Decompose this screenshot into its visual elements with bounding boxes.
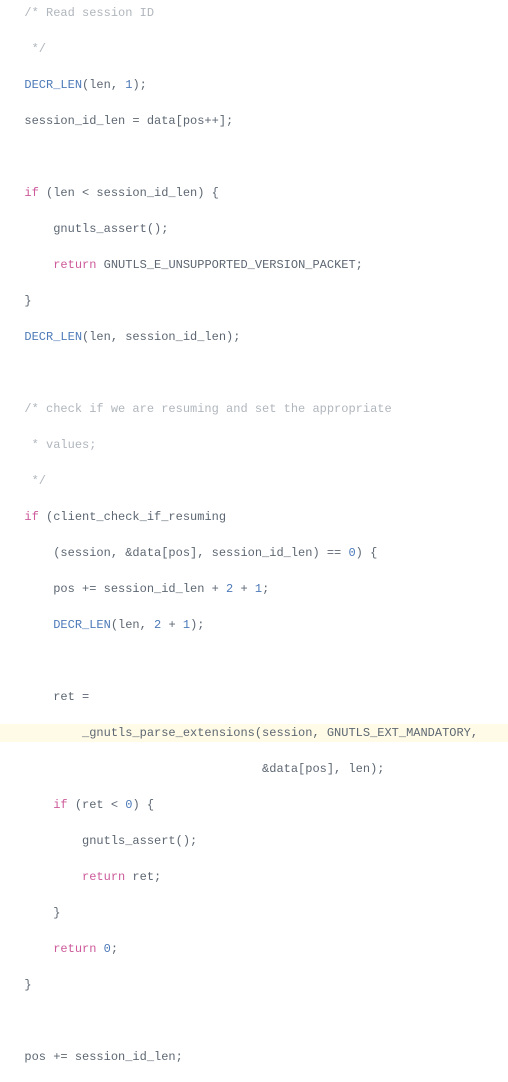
code-line: [0, 652, 508, 670]
code-block: /* Read session ID */ DECR_LEN(len, 1); …: [0, 4, 508, 1082]
code-line: }: [0, 292, 508, 310]
code-line: */: [0, 40, 508, 58]
code-line: session_id_len = data[pos++];: [0, 112, 508, 130]
code-line: if (len < session_id_len) {: [0, 184, 508, 202]
code-line: */: [0, 472, 508, 490]
code-line: if (client_check_if_resuming: [0, 508, 508, 526]
code-line: * values;: [0, 436, 508, 454]
code-line: return ret;: [0, 868, 508, 886]
code-line: }: [0, 976, 508, 994]
code-line: [0, 364, 508, 382]
code-line: pos += session_id_len;: [0, 1048, 508, 1066]
code-line: (session, &data[pos], session_id_len) ==…: [0, 544, 508, 562]
code-line: &data[pos], len);: [0, 760, 508, 778]
code-line: /* Read session ID: [0, 4, 508, 22]
code-line: DECR_LEN(len, session_id_len);: [0, 328, 508, 346]
code-line: if (ret < 0) {: [0, 796, 508, 814]
code-line: DECR_LEN(len, 2 + 1);: [0, 616, 508, 634]
code-line: return 0;: [0, 940, 508, 958]
code-line: ret =: [0, 688, 508, 706]
code-line: DECR_LEN(len, 1);: [0, 76, 508, 94]
code-line: return GNUTLS_E_UNSUPPORTED_VERSION_PACK…: [0, 256, 508, 274]
code-line: gnutls_assert();: [0, 832, 508, 850]
code-line: pos += session_id_len + 2 + 1;: [0, 580, 508, 598]
code-line: [0, 1012, 508, 1030]
code-line: }: [0, 904, 508, 922]
code-line: gnutls_assert();: [0, 220, 508, 238]
code-line-highlighted: _gnutls_parse_extensions(session, GNUTLS…: [0, 724, 508, 742]
code-line: [0, 148, 508, 166]
code-line: /* check if we are resuming and set the …: [0, 400, 508, 418]
